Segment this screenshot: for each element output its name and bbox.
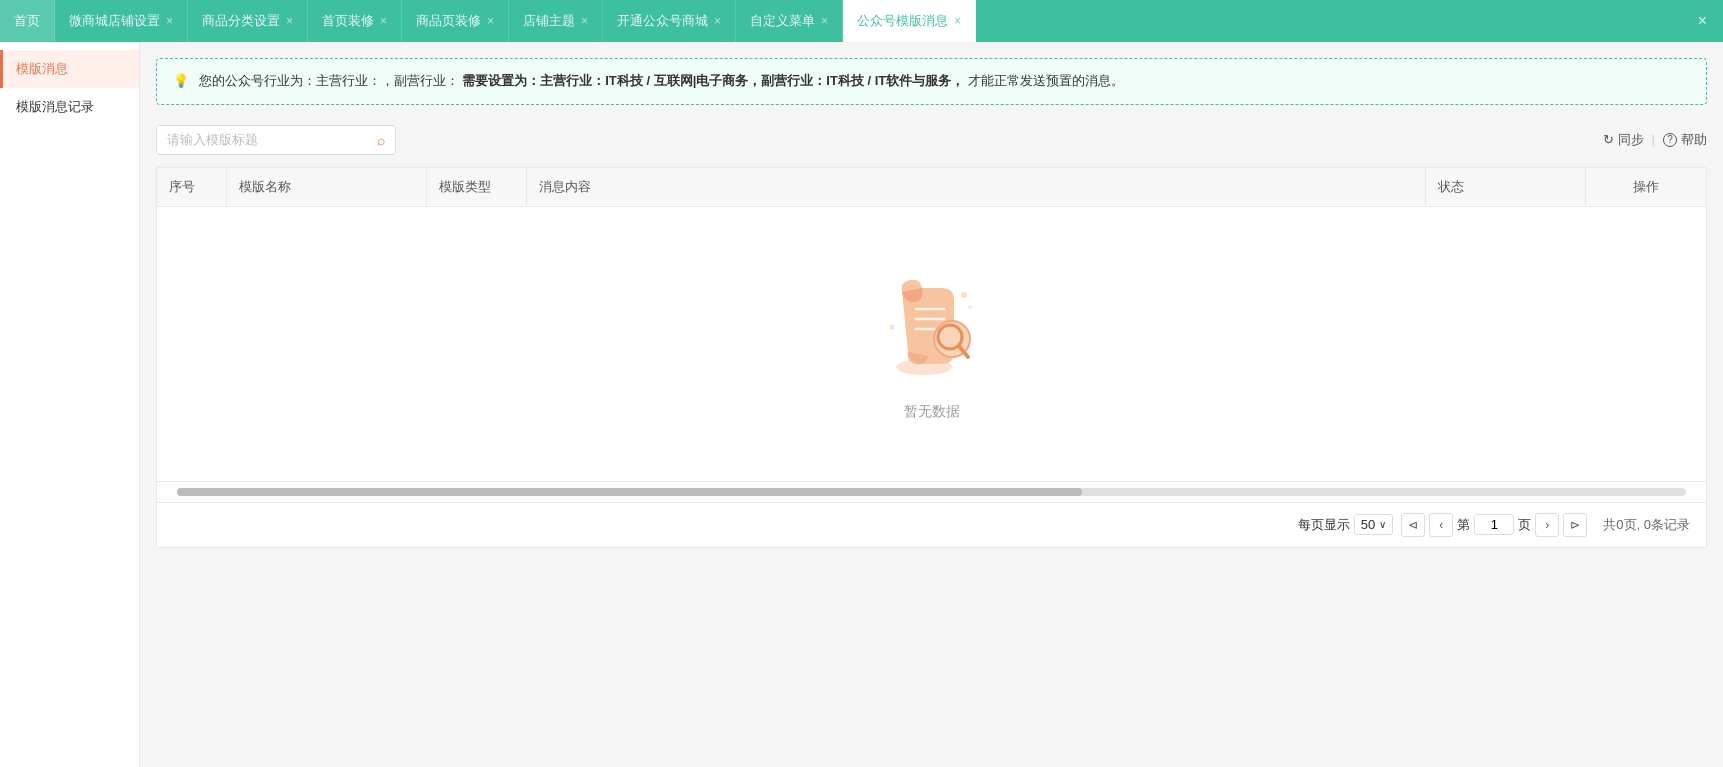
sidebar-item-template-message[interactable]: 模版消息 bbox=[0, 50, 139, 88]
close-tab-open-mall-button[interactable]: × bbox=[714, 14, 721, 28]
empty-illustration bbox=[872, 267, 992, 387]
sync-icon: ↻ bbox=[1603, 132, 1614, 147]
help-button[interactable]: ? 帮助 bbox=[1663, 131, 1707, 149]
scroll-bar-area[interactable] bbox=[157, 481, 1706, 502]
data-table: 序号 模版名称 模版类型 消息内容 状态 操作 bbox=[156, 167, 1707, 548]
col-name-header: 模版名称 bbox=[227, 168, 427, 206]
scroll-track[interactable] bbox=[177, 488, 1686, 496]
close-all-button[interactable]: × bbox=[1682, 12, 1723, 30]
last-page-button[interactable]: ⊳ bbox=[1563, 513, 1587, 537]
empty-text: 暂无数据 bbox=[904, 403, 960, 421]
page-size-label: 每页显示 bbox=[1298, 516, 1350, 534]
close-tab-wechat-shop-button[interactable]: × bbox=[166, 14, 173, 28]
close-tab-custom-menu-button[interactable]: × bbox=[821, 14, 828, 28]
col-type-header: 模版类型 bbox=[427, 168, 527, 206]
notice-prefix: 您的公众号行业为：主营行业：，副营行业： bbox=[199, 73, 459, 88]
prev-page-icon: ‹ bbox=[1439, 518, 1443, 532]
search-row: ⌕ ↻ 同步 | ? 帮助 bbox=[156, 125, 1707, 155]
close-tab-shop-theme-button[interactable]: × bbox=[581, 14, 588, 28]
help-label: 帮助 bbox=[1681, 131, 1707, 149]
nav-tab-shop-theme[interactable]: 店铺主题× bbox=[509, 0, 603, 42]
help-icon: ? bbox=[1663, 133, 1677, 147]
toolbar-right: ↻ 同步 | ? 帮助 bbox=[1603, 131, 1707, 149]
page-size-select: 每页显示 50 ∨ bbox=[1298, 514, 1393, 535]
page-nav: ⊲ ‹ 第 页 › ⊳ bbox=[1401, 513, 1587, 537]
sidebar: 模版消息模版消息记录 bbox=[0, 42, 140, 767]
nav-tab-custom-menu[interactable]: 自定义菜单× bbox=[736, 0, 843, 42]
toolbar-divider: | bbox=[1652, 132, 1655, 147]
close-tab-product-page-button[interactable]: × bbox=[487, 14, 494, 28]
nav-tab-product-page[interactable]: 商品页装修× bbox=[402, 0, 509, 42]
table-header: 序号 模版名称 模版类型 消息内容 状态 操作 bbox=[157, 168, 1706, 207]
search-input-wrap: ⌕ bbox=[156, 125, 396, 155]
top-nav: 首页微商城店铺设置×商品分类设置×首页装修×商品页装修×店铺主题×开通公众号商城… bbox=[0, 0, 1723, 42]
first-page-button[interactable]: ⊲ bbox=[1401, 513, 1425, 537]
bulb-icon: 💡 bbox=[173, 73, 189, 88]
sidebar-item-template-message-log[interactable]: 模版消息记录 bbox=[0, 88, 139, 126]
pagination: 每页显示 50 ∨ ⊲ ‹ 第 页 bbox=[157, 502, 1706, 547]
col-content-header: 消息内容 bbox=[527, 168, 1426, 206]
empty-state: 暂无数据 bbox=[157, 207, 1706, 481]
content-area: 💡 您的公众号行业为：主营行业：，副营行业： 需要设置为：主营行业：IT科技 /… bbox=[140, 42, 1723, 767]
search-button[interactable]: ⌕ bbox=[367, 126, 395, 154]
sync-button[interactable]: ↻ 同步 bbox=[1603, 131, 1644, 149]
last-page-icon: ⊳ bbox=[1570, 518, 1580, 532]
page-size-dropdown[interactable]: 50 ∨ bbox=[1354, 514, 1393, 535]
page-input-prefix: 第 bbox=[1457, 516, 1470, 534]
page-input-wrap: 第 页 bbox=[1457, 514, 1531, 535]
next-page-icon: › bbox=[1545, 518, 1549, 532]
close-tab-template-msg-button[interactable]: × bbox=[954, 14, 961, 28]
dropdown-arrow-icon: ∨ bbox=[1379, 519, 1386, 530]
nav-tab-home-decor[interactable]: 首页装修× bbox=[308, 0, 402, 42]
svg-point-8 bbox=[968, 305, 972, 309]
search-icon: ⌕ bbox=[377, 132, 385, 148]
col-status-header: 状态 bbox=[1426, 168, 1586, 206]
total-info: 共0页, 0条记录 bbox=[1603, 516, 1690, 534]
next-page-button[interactable]: › bbox=[1535, 513, 1559, 537]
col-action-header: 操作 bbox=[1586, 168, 1706, 206]
page-number-input[interactable] bbox=[1474, 514, 1514, 535]
search-input[interactable] bbox=[157, 126, 367, 153]
notice-bar: 💡 您的公众号行业为：主营行业：，副营行业： 需要设置为：主营行业：IT科技 /… bbox=[156, 58, 1707, 105]
page-unit: 页 bbox=[1518, 516, 1531, 534]
notice-highlight: 需要设置为：主营行业：IT科技 / 互联网|电子商务，副营行业：IT科技 / I… bbox=[462, 73, 964, 88]
nav-tab-product-category[interactable]: 商品分类设置× bbox=[188, 0, 308, 42]
nav-tab-open-mall[interactable]: 开通公众号商城× bbox=[603, 0, 736, 42]
page-size-value: 50 bbox=[1361, 517, 1375, 532]
notice-suffix: 才能正常发送预置的消息。 bbox=[968, 73, 1124, 88]
close-tab-home-decor-button[interactable]: × bbox=[380, 14, 387, 28]
sync-label: 同步 bbox=[1618, 131, 1644, 149]
scroll-thumb[interactable] bbox=[177, 488, 1082, 496]
nav-tab-home[interactable]: 首页 bbox=[0, 0, 55, 42]
prev-page-button[interactable]: ‹ bbox=[1429, 513, 1453, 537]
main-layout: 模版消息模版消息记录 💡 您的公众号行业为：主营行业：，副营行业： 需要设置为：… bbox=[0, 42, 1723, 767]
first-page-icon: ⊲ bbox=[1408, 518, 1418, 532]
close-tab-product-category-button[interactable]: × bbox=[286, 14, 293, 28]
svg-point-9 bbox=[889, 324, 894, 329]
col-seq-header: 序号 bbox=[157, 168, 227, 206]
nav-tab-template-msg[interactable]: 公众号模版消息× bbox=[843, 0, 976, 42]
nav-tab-wechat-shop[interactable]: 微商城店铺设置× bbox=[55, 0, 188, 42]
svg-point-7 bbox=[961, 292, 967, 298]
